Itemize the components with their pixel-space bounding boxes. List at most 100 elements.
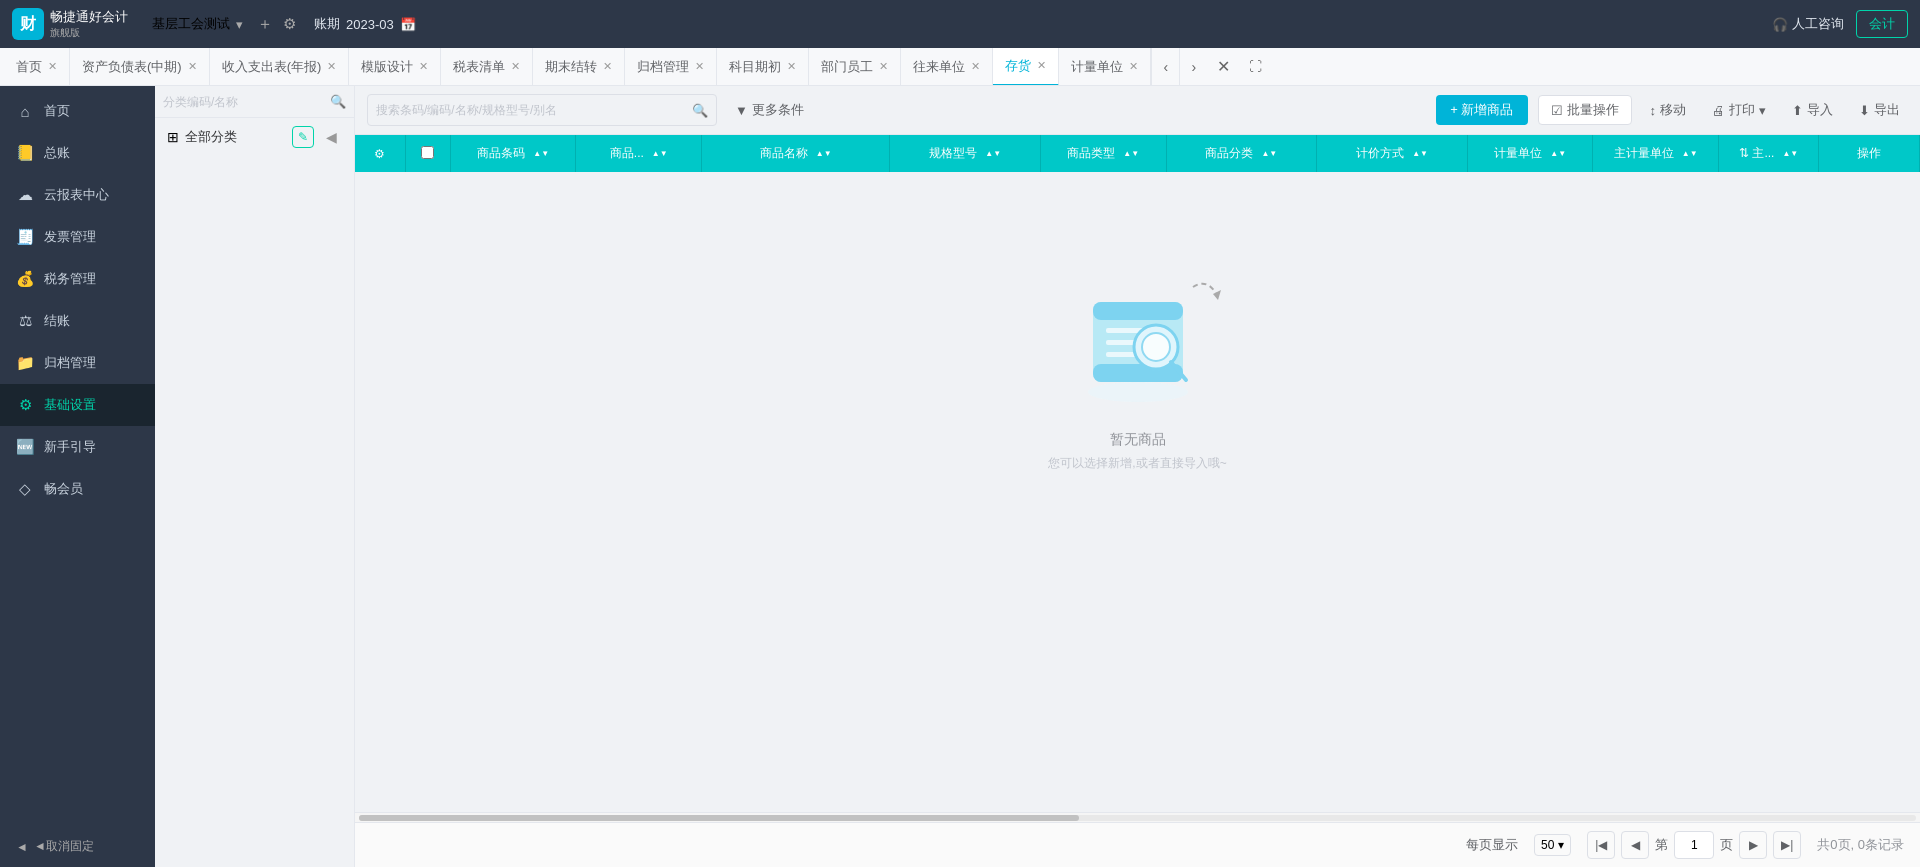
scroll-track[interactable]	[359, 815, 1916, 821]
col-spec[interactable]: 规格型号 ▲▼	[890, 135, 1041, 172]
sidebar-item-settlement[interactable]: ⚖ 结账	[0, 300, 155, 342]
col-price-method[interactable]: 计价方式 ▲▼	[1317, 135, 1468, 172]
sidebar-label-home: 首页	[44, 102, 70, 120]
filter-button[interactable]: ▼ 更多条件	[727, 101, 812, 119]
tab-period-end[interactable]: 期末结转 ✕	[533, 48, 625, 86]
add-product-button[interactable]: + 新增商品	[1436, 95, 1527, 125]
print-label: 打印	[1729, 101, 1755, 119]
sidebar-item-guide[interactable]: 🆕 新手引导	[0, 426, 155, 468]
tab-inventory-close[interactable]: ✕	[1037, 59, 1046, 72]
export-icon: ⬇	[1859, 103, 1870, 118]
col-unit[interactable]: 计量单位 ▲▼	[1467, 135, 1593, 172]
sidebar-item-archive[interactable]: 📁 归档管理	[0, 342, 155, 384]
import-icon: ⬆	[1792, 103, 1803, 118]
sidebar-item-home[interactable]: ⌂ 首页	[0, 90, 155, 132]
company-name: 基层工会测试	[152, 15, 230, 33]
header-company[interactable]: 基层工会测试 ▾	[152, 15, 243, 33]
tab-unit[interactable]: 计量单位 ✕	[1059, 48, 1151, 86]
col-code[interactable]: 商品... ▲▼	[576, 135, 702, 172]
col-category[interactable]: 商品分类 ▲▼	[1166, 135, 1317, 172]
col-check[interactable]	[405, 135, 450, 172]
tab-subject[interactable]: 科目期初 ✕	[717, 48, 809, 86]
col-barcode[interactable]: 商品条码 ▲▼	[450, 135, 576, 172]
col-settings[interactable]: ⚙	[355, 135, 405, 172]
header-period: 账期 2023-03 📅	[314, 15, 416, 33]
tab-next-button[interactable]: ›	[1179, 48, 1207, 86]
last-page-button[interactable]: ▶|	[1773, 831, 1801, 859]
search-input[interactable]	[376, 103, 692, 117]
export-button[interactable]: ⬇ 导出	[1851, 96, 1908, 124]
first-page-button[interactable]: |◀	[1587, 831, 1615, 859]
collapse-panel-button[interactable]: ◀	[320, 126, 342, 148]
svg-marker-10	[1213, 290, 1221, 300]
category-search-input[interactable]	[163, 95, 324, 109]
sidebar-item-member[interactable]: ◇ 畅会员	[0, 468, 155, 510]
select-all-checkbox[interactable]	[421, 146, 434, 159]
tab-income[interactable]: 收入支出表(年报) ✕	[210, 48, 350, 86]
import-button[interactable]: ⬆ 导入	[1784, 96, 1841, 124]
tab-balance[interactable]: 资产负债表(中期) ✕	[70, 48, 210, 86]
move-icon: ↕	[1650, 103, 1657, 118]
col-extra[interactable]: ⇅ 主... ▲▼	[1718, 135, 1818, 172]
tab-tax-close[interactable]: ✕	[511, 60, 520, 73]
prev-page-button[interactable]: ◀	[1621, 831, 1649, 859]
batch-operation-button[interactable]: ☑ 批量操作	[1538, 95, 1632, 125]
tab-expand-button[interactable]: ⛶	[1239, 48, 1271, 86]
svg-rect-2	[1093, 302, 1183, 320]
next-page-button[interactable]: ▶	[1739, 831, 1767, 859]
move-button[interactable]: ↕ 移动	[1642, 96, 1695, 124]
sidebar-item-reports[interactable]: ☁ 云报表中心	[0, 174, 155, 216]
tab-balance-close[interactable]: ✕	[188, 60, 197, 73]
tab-subject-close[interactable]: ✕	[787, 60, 796, 73]
tab-inventory[interactable]: 存货 ✕	[993, 48, 1059, 86]
page-total-info: 共0页, 0条记录	[1817, 836, 1904, 854]
col-name[interactable]: 商品名称 ▲▼	[702, 135, 890, 172]
sidebar-item-tax[interactable]: 💰 税务管理	[0, 258, 155, 300]
search-bar[interactable]: 🔍	[367, 94, 717, 126]
category-search-icon[interactable]: 🔍	[330, 94, 346, 109]
tab-archive-close[interactable]: ✕	[695, 60, 704, 73]
tab-template-close[interactable]: ✕	[419, 60, 428, 73]
scroll-thumb[interactable]	[359, 815, 1079, 821]
tab-archive[interactable]: 归档管理 ✕	[625, 48, 717, 86]
add-tab-button[interactable]: ＋	[257, 14, 273, 35]
col-main-unit[interactable]: 主计量单位 ▲▼	[1593, 135, 1719, 172]
help-button[interactable]: 🎧 人工咨询	[1772, 15, 1844, 33]
page-size-select[interactable]: 50 ▾	[1534, 834, 1571, 856]
tab-dept-close[interactable]: ✕	[879, 60, 888, 73]
search-button-icon[interactable]: 🔍	[692, 103, 708, 118]
print-button[interactable]: 🖨 打印 ▾	[1704, 96, 1774, 124]
app-name: 畅捷通好会计	[50, 9, 128, 26]
tab-prev-button[interactable]: ‹	[1151, 48, 1179, 86]
tab-home-close[interactable]: ✕	[48, 60, 57, 73]
cancel-pin-button[interactable]: ◄ ◄取消固定	[16, 838, 139, 855]
category-search-bar[interactable]: 🔍	[155, 86, 354, 118]
tab-partner-close[interactable]: ✕	[971, 60, 980, 73]
empty-title: 暂无商品	[1110, 431, 1166, 449]
calendar-icon[interactable]: 📅	[400, 17, 416, 32]
sidebar-item-ledger[interactable]: 📒 总账	[0, 132, 155, 174]
tab-tax[interactable]: 税表清单 ✕	[441, 48, 533, 86]
sidebar-label-settlement: 结账	[44, 312, 70, 330]
category-edit-icon[interactable]: ✎	[292, 126, 314, 148]
user-role-button[interactable]: 会计	[1856, 10, 1908, 38]
col-type[interactable]: 商品类型 ▲▼	[1041, 135, 1167, 172]
tab-home[interactable]: 首页 ✕	[4, 48, 70, 86]
sidebar-item-settings[interactable]: ⚙ 基础设置	[0, 384, 155, 426]
tab-template[interactable]: 模版设计 ✕	[349, 48, 441, 86]
tab-partner[interactable]: 往来单位 ✕	[901, 48, 993, 86]
sidebar-item-invoice[interactable]: 🧾 发票管理	[0, 216, 155, 258]
page-number-input[interactable]	[1674, 831, 1714, 859]
horizontal-scrollbar[interactable]	[355, 812, 1920, 822]
tab-period-end-close[interactable]: ✕	[603, 60, 612, 73]
tab-unit-close[interactable]: ✕	[1129, 60, 1138, 73]
tab-income-close[interactable]: ✕	[327, 60, 336, 73]
settings-icon[interactable]: ⚙	[283, 15, 296, 33]
category-actions: ✎ ◀	[292, 126, 342, 148]
guide-icon: 🆕	[16, 438, 34, 456]
tab-dept[interactable]: 部门员工 ✕	[809, 48, 901, 86]
pin-icon: ◄	[16, 840, 28, 854]
tab-close-all-button[interactable]: ✕	[1207, 48, 1239, 86]
col-ops: 操作	[1819, 135, 1920, 172]
company-chevron-icon[interactable]: ▾	[236, 17, 243, 32]
